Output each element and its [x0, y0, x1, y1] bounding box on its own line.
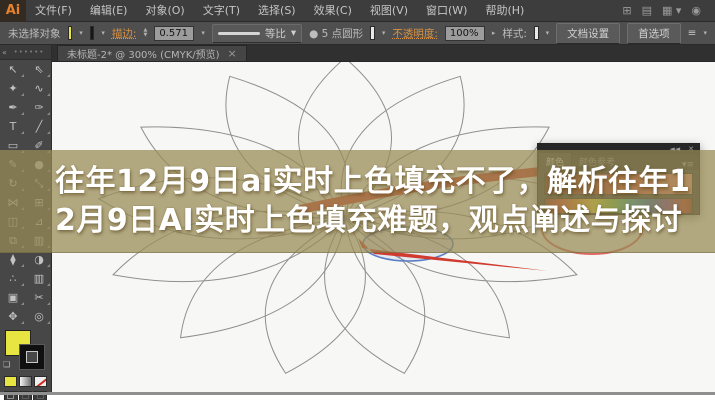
chevron-down-icon[interactable]: ▾: [382, 29, 386, 37]
stroke-color-swatch[interactable]: [89, 26, 95, 40]
chevron-down-icon: ▾: [290, 27, 297, 39]
gradient-button[interactable]: [19, 376, 32, 387]
pen-tool[interactable]: ✒: [0, 98, 26, 117]
width-profile-value: 等比: [264, 27, 286, 40]
type-tool[interactable]: T: [0, 117, 26, 136]
selection-tool[interactable]: ↖: [0, 60, 26, 79]
brush-definition-value[interactable]: ● 5 点圆形: [309, 26, 363, 41]
preferences-button[interactable]: 首选项: [627, 22, 681, 44]
headline-line1: 往年12月9日ai实时上色填充不了，解析往年1: [55, 164, 691, 199]
headline-overlay: 往年12月9日ai实时上色填充不了，解析往年1 2月9日AI实时上色填充难题，观…: [0, 150, 715, 253]
fill-stroke-swatches: ❏: [0, 328, 51, 374]
align-panel-icon[interactable]: ≡: [688, 27, 697, 39]
window-bottom-edge: [0, 392, 715, 395]
menu-item-help[interactable]: 帮助(H): [476, 0, 533, 22]
no-selection-label: 未选择对象: [8, 27, 61, 40]
menu-item-edit[interactable]: 编辑(E): [81, 0, 137, 22]
collapse-panel-icon[interactable]: «: [0, 48, 7, 57]
chevron-down-icon[interactable]: ▾: [546, 29, 550, 37]
arrange-documents-button[interactable]: ▤: [642, 0, 652, 22]
symbol-sprayer-tool[interactable]: ∴: [0, 269, 26, 288]
menu-bar: Ai 文件(F) 编辑(E) 对象(O) 文字(T) 选择(S) 效果(C) 视图(V) 窗口…: [0, 0, 715, 22]
artboard-tool[interactable]: ▣: [0, 288, 26, 307]
workspace-switcher[interactable]: ▦ ▾: [662, 0, 681, 22]
menu-items: 文件(F) 编辑(E) 对象(O) 文字(T) 选择(S) 效果(C) 视图(V) 窗口(W)…: [26, 0, 533, 21]
curvature-tool[interactable]: ✑: [26, 98, 52, 117]
menu-item-file[interactable]: 文件(F): [26, 0, 81, 22]
opacity-label[interactable]: 不透明度:: [392, 26, 438, 41]
zoom-tool[interactable]: ◎: [26, 307, 52, 326]
stroke-swatch[interactable]: [19, 344, 45, 370]
document-title: 未标题-2* @ 300% (CMYK/预览): [67, 50, 220, 61]
brush-swatch[interactable]: [370, 26, 375, 40]
menu-item-select[interactable]: 选择(S): [249, 0, 305, 22]
direct-selection-tool[interactable]: ⇖: [26, 60, 52, 79]
chevron-down-icon[interactable]: ▾: [101, 29, 105, 37]
width-profile-dropdown[interactable]: 等比 ▾: [211, 23, 303, 43]
app-logo-icon: Ai: [0, 0, 26, 22]
default-fill-stroke-icon[interactable]: ❏: [3, 360, 10, 369]
chevron-down-icon[interactable]: ▾: [201, 29, 205, 37]
color-button[interactable]: [4, 376, 17, 387]
document-tab[interactable]: 未标题-2* @ 300% (CMYK/预览) ×: [57, 45, 247, 61]
menu-item-window[interactable]: 窗口(W): [417, 0, 476, 22]
style-label: 样式:: [502, 27, 527, 40]
slice-tool[interactable]: ✂: [26, 288, 52, 307]
none-button[interactable]: [34, 376, 47, 387]
style-swatch[interactable]: [533, 26, 539, 40]
menu-item-effect[interactable]: 效果(C): [305, 0, 361, 22]
document-tab-bar: 未标题-2* @ 300% (CMYK/预览) ×: [52, 45, 715, 62]
line-segment-tool[interactable]: ╱: [26, 117, 52, 136]
menu-item-view[interactable]: 视图(V): [361, 0, 417, 22]
chevron-right-icon[interactable]: ▸: [492, 29, 496, 37]
control-bar: 未选择对象 ▾ ▾ 描边: ▲ ▼ 0.571 ▾ 等比 ▾ ● 5 点圆形 ▾ 不透…: [0, 22, 715, 45]
magic-wand-tool[interactable]: ✦: [0, 79, 26, 98]
illustrator-window: Ai 文件(F) 编辑(E) 对象(O) 文字(T) 选择(S) 效果(C) 视图(V) 窗口…: [0, 0, 715, 400]
menu-item-type[interactable]: 文字(T): [194, 0, 249, 22]
menu-bar-right-icons: ⊞ ▤ ▦ ▾ ◉: [622, 0, 715, 22]
cs-live-button[interactable]: ◉: [691, 0, 701, 22]
tools-panel-header[interactable]: « ••••••: [0, 45, 51, 60]
document-setup-button[interactable]: 文档设置: [556, 22, 621, 44]
stroke-weight-field[interactable]: 0.571: [154, 25, 195, 41]
menu-item-object[interactable]: 对象(O): [136, 0, 193, 22]
headline-line2: 2月9日AI实时上色填充难题，观点阐述与探讨: [55, 203, 683, 238]
color-mode-row: [0, 374, 51, 389]
column-graph-tool[interactable]: ▥: [26, 269, 52, 288]
stroke-profile-preview: [217, 31, 260, 35]
bridge-button[interactable]: ⊞: [622, 0, 631, 22]
chevron-down-icon[interactable]: ▾: [703, 29, 707, 37]
opacity-field[interactable]: 100%: [444, 25, 485, 41]
lasso-tool[interactable]: ∿: [26, 79, 52, 98]
stroke-stepper[interactable]: ▲ ▼: [143, 28, 147, 38]
hand-tool[interactable]: ✥: [0, 307, 26, 326]
stroke-weight-label[interactable]: 描边:: [112, 26, 137, 41]
chevron-down-icon[interactable]: ▾: [79, 29, 83, 37]
fill-color-swatch[interactable]: [67, 26, 73, 40]
panel-drag-handle[interactable]: ••••••: [14, 48, 45, 56]
close-tab-icon[interactable]: ×: [228, 47, 237, 60]
